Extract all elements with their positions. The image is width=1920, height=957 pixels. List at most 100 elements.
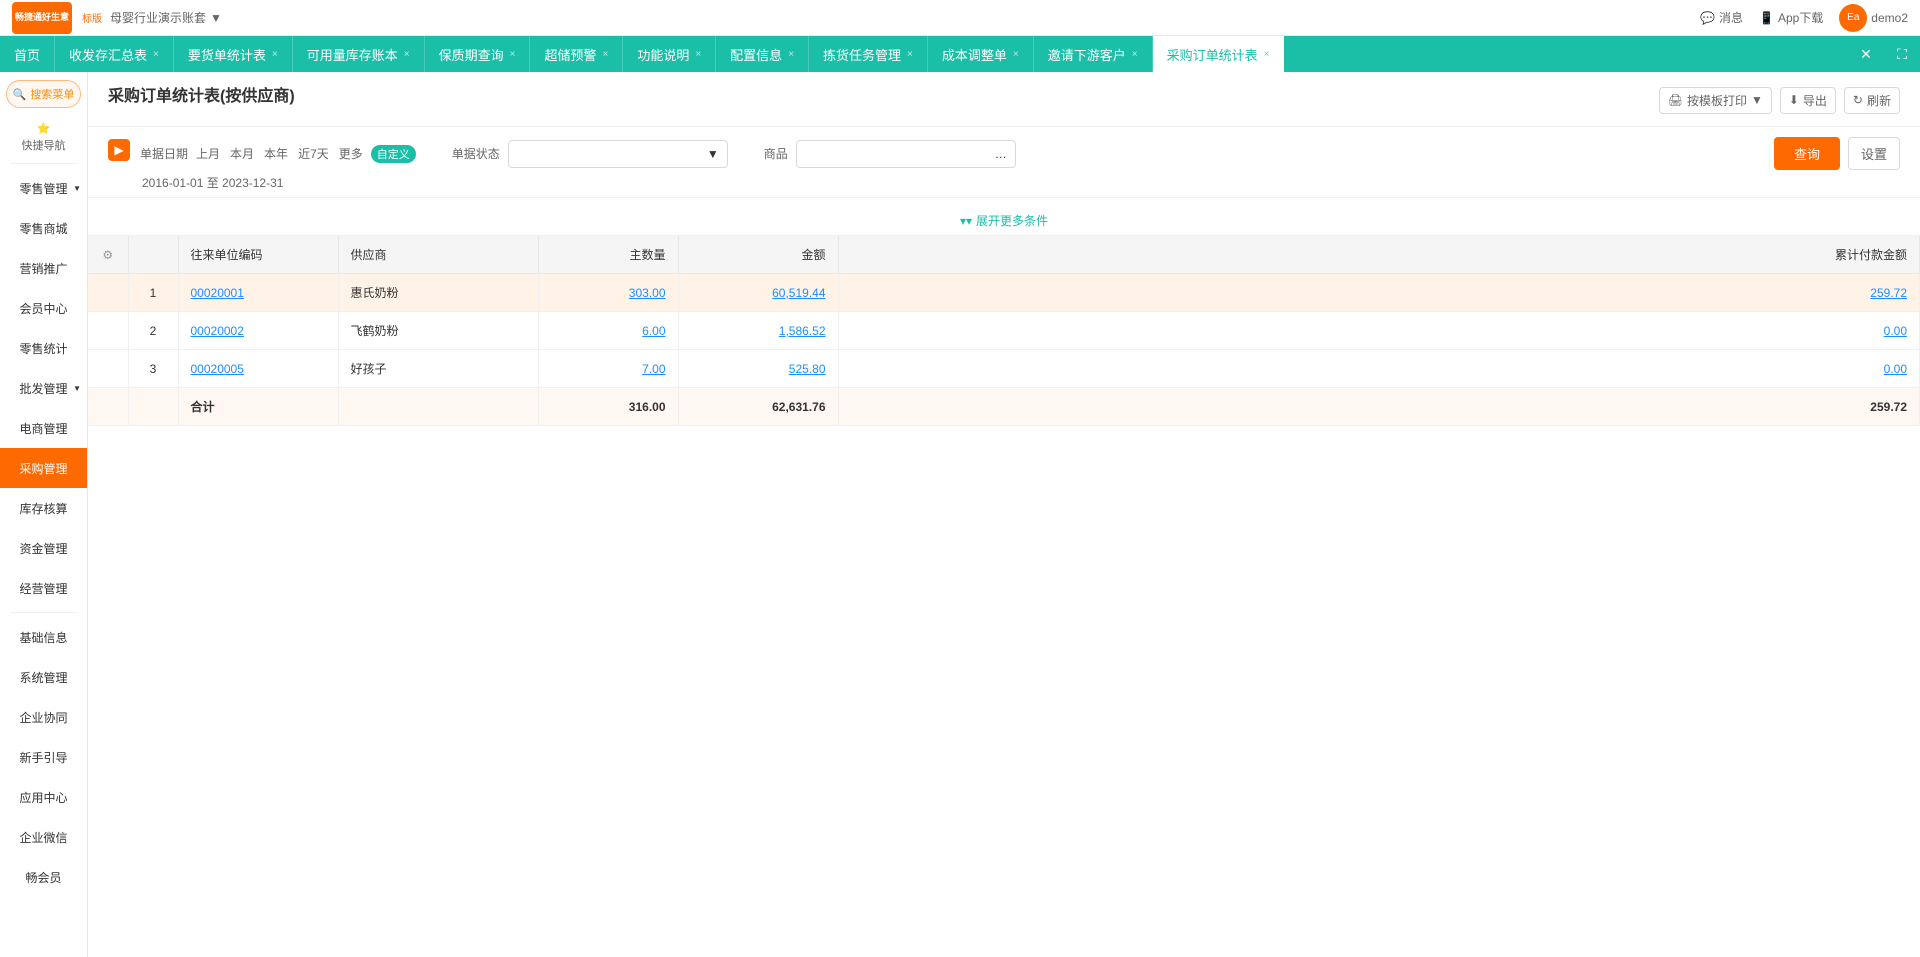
- user-avatar: Ea: [1839, 4, 1867, 32]
- close-tab-receive[interactable]: ×: [153, 49, 159, 60]
- tab-invite-downstream[interactable]: 邀请下游客户 ×: [1034, 36, 1153, 72]
- date-shortcut-7days[interactable]: 近7天: [296, 145, 331, 162]
- code-link-1[interactable]: 00020001: [191, 286, 244, 300]
- tab-home[interactable]: 首页: [0, 36, 55, 72]
- table-body: 1 00020001 惠氏奶粉 303.00 60,519.44 259.72: [88, 274, 1920, 388]
- refresh-btn[interactable]: ↻ 刷新: [1844, 87, 1900, 114]
- page-header: 采购订单统计表(按供应商) 🖨 按模板打印 ▼ ⬇ 导出 ↻ 刷新: [88, 72, 1920, 127]
- tab-func-desc[interactable]: 功能说明 ×: [623, 36, 716, 72]
- filter-form: 单据日期 上月 本月 本年 近7天 更多 自定义 单据状态: [140, 137, 1900, 191]
- sidebar-item-wechat[interactable]: 企业微信: [0, 817, 87, 857]
- filter-area: ▶ 单据日期 上月 本月 本年 近7天 更多 自定义: [88, 127, 1920, 198]
- filter-row-1: 单据日期 上月 本月 本年 近7天 更多 自定义 单据状态: [140, 137, 1900, 170]
- table-row[interactable]: 3 00020005 好孩子 7.00 525.80 0.00: [88, 350, 1920, 388]
- date-shortcut-this-year[interactable]: 本年: [262, 145, 290, 162]
- cell-index-1: 1: [128, 274, 178, 312]
- sidebar-item-app-center[interactable]: 应用中心: [0, 777, 87, 817]
- sidebar-quick-nav-btn[interactable]: ⭐ 快捷导航: [0, 116, 87, 159]
- query-button[interactable]: 查询: [1774, 137, 1840, 170]
- sidebar-item-retail-stats[interactable]: 零售统计: [0, 328, 87, 368]
- search-menu-btn[interactable]: 🔍 搜索菜单: [6, 80, 81, 108]
- close-tab-cost-adj[interactable]: ×: [1013, 49, 1019, 60]
- th-code: 往来单位编码: [178, 236, 338, 274]
- filter-product-group: 商品 …: [764, 140, 1016, 168]
- qty-link-2[interactable]: 6.00: [642, 324, 665, 338]
- close-tab-purchase-stats[interactable]: ×: [1264, 49, 1270, 60]
- amount-link-2[interactable]: 1,586.52: [779, 324, 826, 338]
- sidebar-item-purchase[interactable]: 采购管理: [0, 448, 87, 488]
- tab-cost-adj[interactable]: 成本调整单 ×: [928, 36, 1034, 72]
- sidebar-item-new-guide[interactable]: 新手引导: [0, 737, 87, 777]
- date-shortcut-last-month[interactable]: 上月: [194, 145, 222, 162]
- sidebar-item-enterprise[interactable]: 企业协同: [0, 697, 87, 737]
- user-profile[interactable]: Ea demo2: [1839, 4, 1908, 32]
- sidebar-divider-2: [10, 612, 77, 613]
- product-select[interactable]: …: [796, 140, 1016, 168]
- tab-receive[interactable]: 收发存汇总表 ×: [55, 36, 174, 72]
- cell-settings-3: [88, 350, 128, 388]
- paid-link-3[interactable]: 0.00: [1884, 362, 1907, 376]
- close-tab-available-stock[interactable]: ×: [404, 49, 410, 60]
- sidebar-item-marketing[interactable]: 营销推广: [0, 248, 87, 288]
- sidebar-item-inventory[interactable]: 库存核算: [0, 488, 87, 528]
- print-template-btn[interactable]: 🖨 按模板打印 ▼: [1659, 87, 1772, 114]
- tab-expiry-query[interactable]: 保质期查询 ×: [425, 36, 531, 72]
- tab-order-stats[interactable]: 要货单统计表 ×: [174, 36, 293, 72]
- tab-over-stock[interactable]: 超储预警 ×: [530, 36, 623, 72]
- column-settings-icon[interactable]: ⚙: [102, 248, 113, 262]
- footer-qty: 316.00: [538, 388, 678, 426]
- paid-link-2[interactable]: 0.00: [1884, 324, 1907, 338]
- sidebar-item-ecommerce[interactable]: 电商管理: [0, 408, 87, 448]
- qty-link-1[interactable]: 303.00: [629, 286, 666, 300]
- sidebar-item-retail[interactable]: 零售管理: [0, 168, 87, 208]
- sidebar-item-operation[interactable]: 经营管理: [0, 568, 87, 608]
- sidebar-item-wholesale[interactable]: 批发管理: [0, 368, 87, 408]
- workspace-selector[interactable]: 母婴行业演示账套 ▼: [110, 9, 222, 26]
- paid-link-1[interactable]: 259.72: [1870, 286, 1907, 300]
- status-select[interactable]: ▼: [508, 140, 728, 168]
- sidebar-item-system[interactable]: 系统管理: [0, 657, 87, 697]
- cell-supplier-2: 飞鹤奶粉: [338, 312, 538, 350]
- sidebar-item-member[interactable]: 会员中心: [0, 288, 87, 328]
- filter-toggle-btn[interactable]: ▶: [108, 139, 130, 161]
- settings-button[interactable]: 设置: [1848, 137, 1900, 170]
- amount-link-1[interactable]: 60,519.44: [772, 286, 825, 300]
- nav-close-btn[interactable]: ✕: [1848, 36, 1884, 72]
- filter-status-group: 单据状态 ▼: [452, 140, 728, 168]
- close-tab-func-desc[interactable]: ×: [695, 49, 701, 60]
- top-bar: 畅捷通好生意 标版 母婴行业演示账套 ▼ 💬 消息 📱 App下载 Ea dem…: [0, 0, 1920, 36]
- close-tab-pick-task[interactable]: ×: [907, 49, 913, 60]
- sidebar-item-basic-info[interactable]: 基础信息: [0, 617, 87, 657]
- table-row[interactable]: 2 00020002 飞鹤奶粉 6.00 1,586.52 0.00: [88, 312, 1920, 350]
- close-tab-over-stock[interactable]: ×: [602, 49, 608, 60]
- table-footer: 合计 316.00 62,631.76 259.72: [88, 388, 1920, 426]
- close-tab-order-stats[interactable]: ×: [272, 49, 278, 60]
- close-tab-expiry-query[interactable]: ×: [510, 49, 516, 60]
- footer-label: 合计: [178, 388, 338, 426]
- close-tab-invite-downstream[interactable]: ×: [1132, 49, 1138, 60]
- export-btn[interactable]: ⬇ 导出: [1780, 87, 1836, 114]
- sidebar-item-finance[interactable]: 资金管理: [0, 528, 87, 568]
- tab-pick-task[interactable]: 拣货任务管理 ×: [809, 36, 928, 72]
- table-row[interactable]: 1 00020001 惠氏奶粉 303.00 60,519.44 259.72: [88, 274, 1920, 312]
- date-shortcut-more[interactable]: 更多: [337, 145, 365, 162]
- date-shortcut-this-month[interactable]: 本月: [228, 145, 256, 162]
- expand-more-btn[interactable]: ▾▾ 展开更多条件: [960, 212, 1048, 229]
- amount-link-3[interactable]: 525.80: [789, 362, 826, 376]
- code-link-3[interactable]: 00020005: [191, 362, 244, 376]
- footer-row: 合计 316.00 62,631.76 259.72: [88, 388, 1920, 426]
- app-download-btn[interactable]: 📱 App下载: [1759, 9, 1823, 26]
- sidebar-item-retail-shop[interactable]: 零售商城: [0, 208, 87, 248]
- qty-link-3[interactable]: 7.00: [642, 362, 665, 376]
- tab-purchase-stats[interactable]: 采购订单统计表 ×: [1153, 36, 1285, 72]
- date-custom-badge[interactable]: 自定义: [371, 145, 416, 163]
- cell-code-2: 00020002: [178, 312, 338, 350]
- tab-config-info[interactable]: 配置信息 ×: [716, 36, 809, 72]
- close-tab-config-info[interactable]: ×: [788, 49, 794, 60]
- footer-amount: 62,631.76: [678, 388, 838, 426]
- message-btn[interactable]: 💬 消息: [1700, 9, 1743, 26]
- nav-fullscreen-btn[interactable]: ⛶: [1884, 36, 1920, 72]
- code-link-2[interactable]: 00020002: [191, 324, 244, 338]
- tab-available-stock[interactable]: 可用量库存账本 ×: [293, 36, 425, 72]
- sidebar-item-member2[interactable]: 畅会员: [0, 857, 87, 897]
